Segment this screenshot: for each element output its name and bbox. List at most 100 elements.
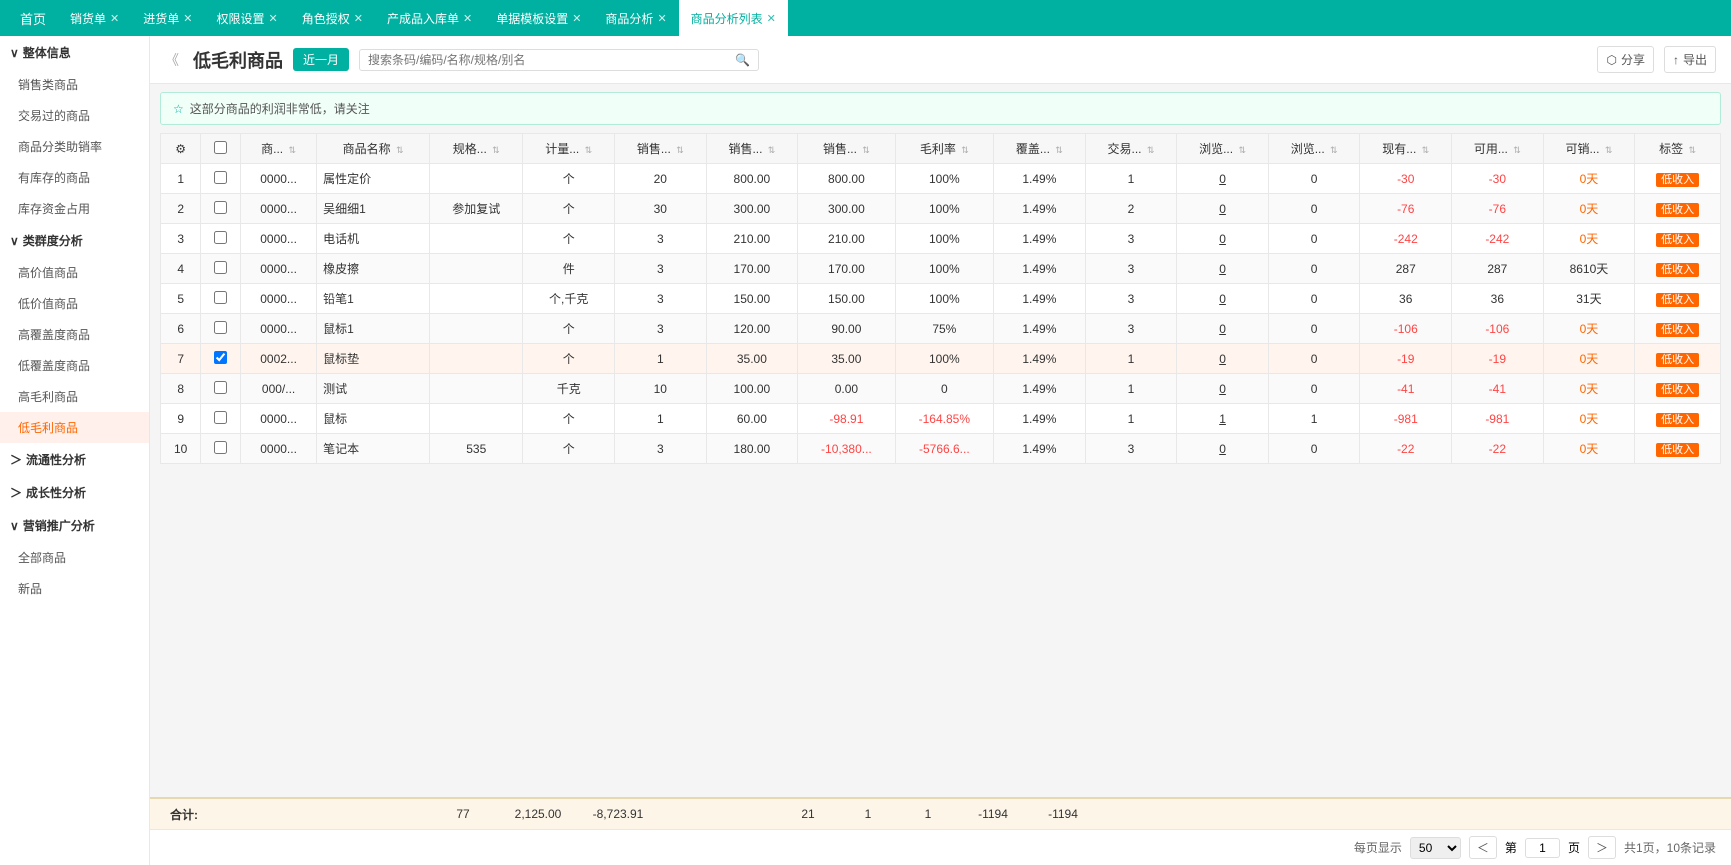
col-name[interactable]: 商品名称 ⇅	[317, 134, 430, 164]
row-select-checkbox[interactable]	[214, 441, 227, 454]
col-gross-margin[interactable]: 毛利率 ⇅	[895, 134, 993, 164]
row-checkbox[interactable]	[201, 404, 241, 434]
row-views1[interactable]: 0	[1177, 374, 1269, 404]
col-tag[interactable]: 标签 ⇅	[1635, 134, 1721, 164]
col-current-stock[interactable]: 现有... ⇅	[1360, 134, 1452, 164]
row-name[interactable]: 鼠标1	[317, 314, 430, 344]
sidebar-collapse-btn[interactable]: 《	[165, 50, 179, 70]
row-checkbox[interactable]	[201, 344, 241, 374]
current-page-input[interactable]	[1525, 838, 1560, 858]
row-name[interactable]: 橡皮擦	[317, 254, 430, 284]
row-views1[interactable]: 1	[1177, 404, 1269, 434]
sidebar-item-high-value[interactable]: 高价值商品	[0, 257, 149, 288]
date-filter-button[interactable]: 近一月	[293, 48, 349, 71]
col-settings[interactable]: ⚙	[161, 134, 201, 164]
col-sellable-days[interactable]: 可销... ⇅	[1543, 134, 1635, 164]
search-input[interactable]	[368, 53, 735, 67]
sidebar-item-all-products[interactable]: 全部商品	[0, 542, 149, 573]
sidebar-item-high-coverage[interactable]: 高覆盖度商品	[0, 319, 149, 350]
prev-page-button[interactable]: ＜	[1469, 836, 1497, 859]
row-select-checkbox[interactable]	[214, 411, 227, 424]
row-views1[interactable]: 0	[1177, 344, 1269, 374]
sidebar-group-cluster[interactable]: ∨ 类群度分析	[0, 224, 149, 257]
row-select-checkbox[interactable]	[214, 231, 227, 244]
row-name[interactable]: 吴细细1	[317, 194, 430, 224]
row-checkbox[interactable]	[201, 194, 241, 224]
row-views1[interactable]: 0	[1177, 164, 1269, 194]
col-unit[interactable]: 计量... ⇅	[523, 134, 615, 164]
sidebar-group-circulation[interactable]: ＞ 流通性分析	[0, 443, 149, 476]
row-name[interactable]: 铅笔1	[317, 284, 430, 314]
nav-product-analysis-list[interactable]: 商品分析列表 ✕	[679, 0, 788, 36]
row-views1[interactable]: 0	[1177, 314, 1269, 344]
sidebar-item-high-margin[interactable]: 高毛利商品	[0, 381, 149, 412]
row-name[interactable]: 鼠标	[317, 404, 430, 434]
sidebar-item-traded-products[interactable]: 交易过的商品	[0, 100, 149, 131]
row-views1[interactable]: 0	[1177, 224, 1269, 254]
row-checkbox[interactable]	[201, 224, 241, 254]
page-size-select[interactable]: 50 20 100	[1410, 837, 1461, 859]
col-checkbox[interactable]	[201, 134, 241, 164]
row-select-checkbox[interactable]	[214, 351, 227, 364]
row-views1[interactable]: 0	[1177, 254, 1269, 284]
row-name[interactable]: 属性定价	[317, 164, 430, 194]
nav-product-analysis-list-close-icon[interactable]: ✕	[767, 12, 776, 25]
sidebar-group-growth[interactable]: ＞ 成长性分析	[0, 476, 149, 509]
row-name[interactable]: 鼠标垫	[317, 344, 430, 374]
nav-sales-order-close-icon[interactable]: ✕	[110, 12, 119, 25]
row-checkbox[interactable]	[201, 164, 241, 194]
nav-sales-order[interactable]: 销货单 ✕	[58, 0, 131, 36]
nav-template-settings[interactable]: 单据模板设置 ✕	[484, 0, 593, 36]
select-all-checkbox[interactable]	[214, 141, 227, 154]
row-checkbox[interactable]	[201, 254, 241, 284]
col-views2[interactable]: 浏览... ⇅	[1268, 134, 1360, 164]
row-checkbox[interactable]	[201, 284, 241, 314]
nav-product-instock[interactable]: 产成品入库单 ✕	[375, 0, 484, 36]
row-views1[interactable]: 0	[1177, 284, 1269, 314]
row-name[interactable]: 笔记本	[317, 434, 430, 464]
sidebar-item-new-products[interactable]: 新品	[0, 573, 149, 604]
share-button[interactable]: ⬡ 分享	[1597, 46, 1654, 73]
row-select-checkbox[interactable]	[214, 291, 227, 304]
search-icon[interactable]: 🔍	[735, 53, 750, 67]
col-views1[interactable]: 浏览... ⇅	[1177, 134, 1269, 164]
col-coverage[interactable]: 覆盖... ⇅	[994, 134, 1086, 164]
export-button[interactable]: ↑ 导出	[1664, 46, 1716, 73]
row-select-checkbox[interactable]	[214, 201, 227, 214]
row-name[interactable]: 电话机	[317, 224, 430, 254]
sidebar-item-stock-capital[interactable]: 库存资金占用	[0, 193, 149, 224]
col-trade-count[interactable]: 交易... ⇅	[1085, 134, 1177, 164]
nav-purchase-order-close-icon[interactable]: ✕	[183, 12, 192, 25]
col-sales-profit[interactable]: 销售... ⇅	[798, 134, 895, 164]
sidebar-item-sales-products[interactable]: 销售类商品	[0, 69, 149, 100]
sidebar-group-overall[interactable]: ∨ 整体信息	[0, 36, 149, 69]
col-code[interactable]: 商... ⇅	[241, 134, 317, 164]
nav-product-analysis[interactable]: 商品分析 ✕	[593, 0, 678, 36]
sidebar-item-category-assist-rate[interactable]: 商品分类助销率	[0, 131, 149, 162]
nav-permission-settings[interactable]: 权限设置 ✕	[204, 0, 289, 36]
row-views1[interactable]: 0	[1177, 194, 1269, 224]
nav-purchase-order[interactable]: 进货单 ✕	[131, 0, 204, 36]
sidebar-item-low-margin[interactable]: 低毛利商品	[0, 412, 149, 443]
row-views1[interactable]: 0	[1177, 434, 1269, 464]
row-select-checkbox[interactable]	[214, 171, 227, 184]
row-checkbox[interactable]	[201, 314, 241, 344]
row-name[interactable]: 测试	[317, 374, 430, 404]
nav-template-settings-close-icon[interactable]: ✕	[572, 12, 581, 25]
sidebar-item-in-stock-products[interactable]: 有库存的商品	[0, 162, 149, 193]
col-available-stock[interactable]: 可用... ⇅	[1452, 134, 1544, 164]
nav-role-auth-close-icon[interactable]: ✕	[354, 12, 363, 25]
nav-role-auth[interactable]: 角色授权 ✕	[290, 0, 375, 36]
row-select-checkbox[interactable]	[214, 261, 227, 274]
row-select-checkbox[interactable]	[214, 321, 227, 334]
col-spec[interactable]: 规格... ⇅	[430, 134, 523, 164]
row-checkbox[interactable]	[201, 374, 241, 404]
row-checkbox[interactable]	[201, 434, 241, 464]
sidebar-item-low-coverage[interactable]: 低覆盖度商品	[0, 350, 149, 381]
col-sales-amt[interactable]: 销售... ⇅	[706, 134, 798, 164]
row-select-checkbox[interactable]	[214, 381, 227, 394]
next-page-button[interactable]: ＞	[1588, 836, 1616, 859]
nav-product-analysis-close-icon[interactable]: ✕	[657, 12, 666, 25]
sidebar-item-low-value[interactable]: 低价值商品	[0, 288, 149, 319]
nav-permission-settings-close-icon[interactable]: ✕	[269, 12, 278, 25]
